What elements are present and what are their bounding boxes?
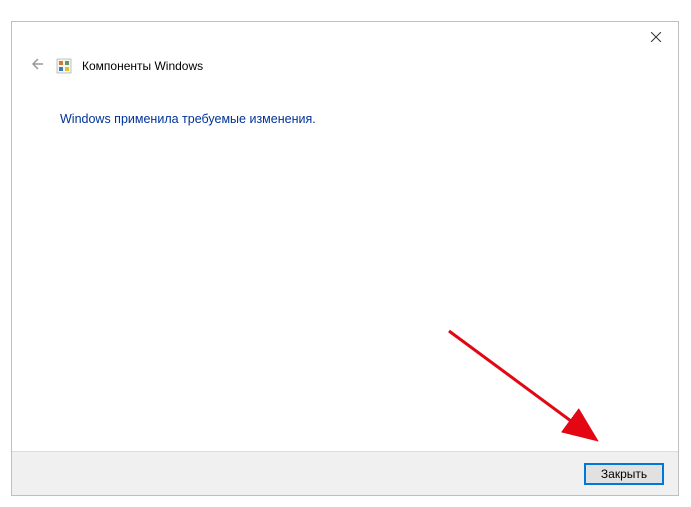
- dialog-window: Компоненты Windows Windows применила тре…: [11, 21, 679, 496]
- dialog-title: Компоненты Windows: [82, 59, 203, 73]
- back-button[interactable]: [26, 56, 46, 76]
- close-icon: [651, 29, 661, 47]
- content-area: Windows применила требуемые изменения.: [12, 76, 678, 126]
- footer: Закрыть: [12, 451, 678, 495]
- windows-features-icon: [56, 58, 72, 74]
- status-message: Windows применила требуемые изменения.: [60, 112, 678, 126]
- back-arrow-icon: [28, 56, 44, 77]
- window-close-button[interactable]: [644, 29, 668, 47]
- close-button[interactable]: Закрыть: [584, 463, 664, 485]
- header: Компоненты Windows: [12, 22, 678, 76]
